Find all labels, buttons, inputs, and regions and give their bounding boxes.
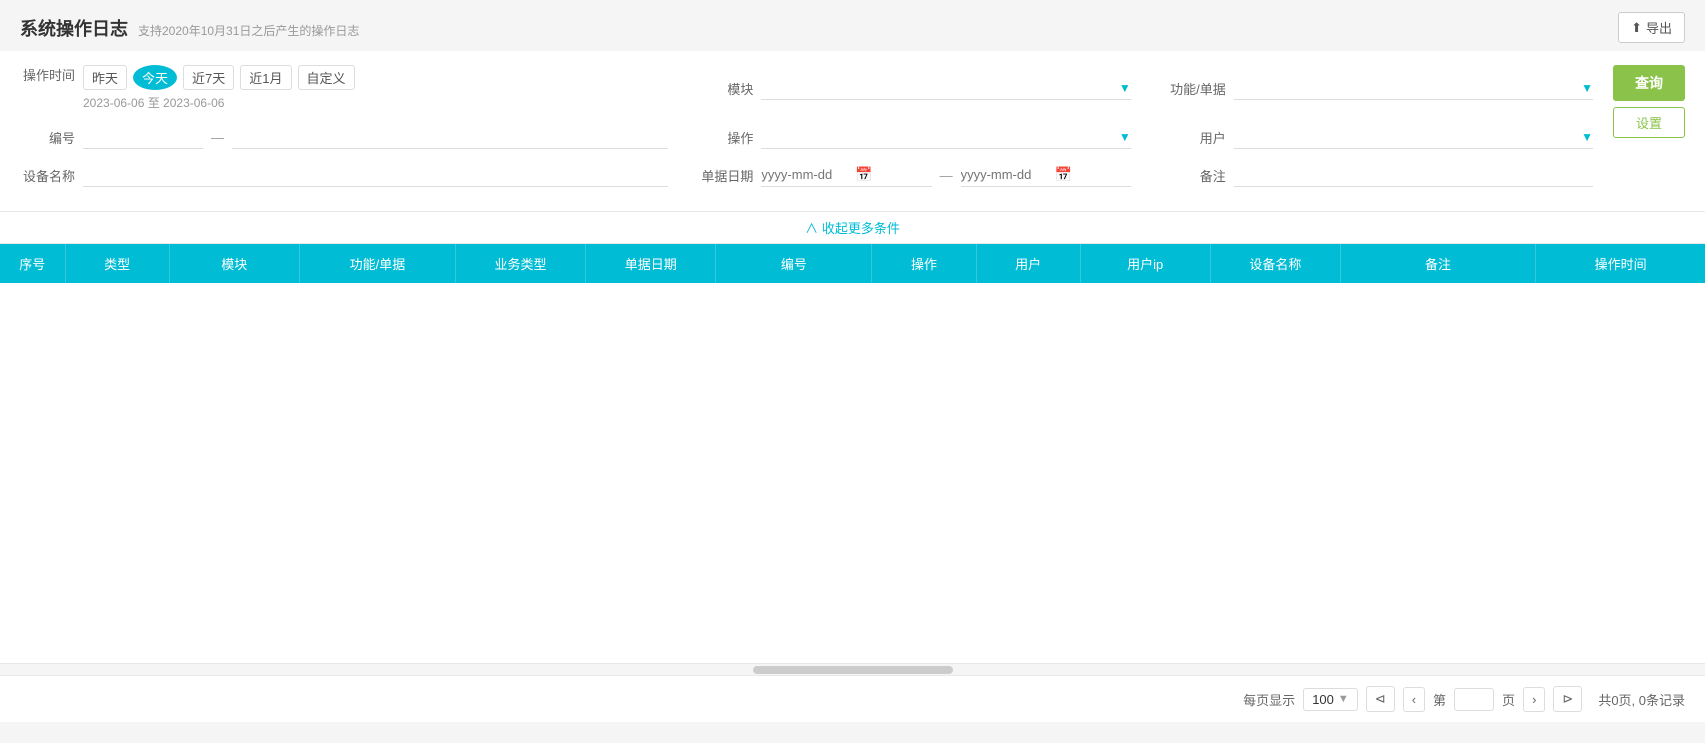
col-op-time: 操作时间 xyxy=(1536,244,1705,283)
number-input-end[interactable] xyxy=(232,125,668,149)
col-type: 类型 xyxy=(65,244,169,283)
user-arrow-icon: ▼ xyxy=(1581,130,1593,144)
function-filter-item: 功能/单据 ▼ xyxy=(1161,77,1593,100)
module-select[interactable]: ▼ xyxy=(761,77,1130,100)
time-btn-1month[interactable]: 近1月 xyxy=(240,65,291,90)
collapse-bar[interactable]: ∧ 收起更多条件 xyxy=(0,212,1705,244)
col-seq: 序号 xyxy=(0,244,65,283)
page-total: 共0页, 0条记录 xyxy=(1598,690,1685,709)
device-filter-item: 设备名称 xyxy=(20,163,668,187)
calendar-end-icon[interactable]: 📅 xyxy=(1055,166,1072,183)
time-label: 操作时间 xyxy=(20,65,75,84)
device-label: 设备名称 xyxy=(20,166,75,185)
collapse-label: 收起更多条件 xyxy=(822,221,900,236)
scroll-area[interactable] xyxy=(0,663,1705,675)
col-device: 设备名称 xyxy=(1210,244,1340,283)
date-range-display: 2023-06-06 至 2023-06-06 xyxy=(83,94,355,111)
col-user-ip: 用户ip xyxy=(1080,244,1210,283)
query-button[interactable]: 查询 xyxy=(1613,65,1685,101)
function-arrow-icon: ▼ xyxy=(1581,81,1593,95)
page-subtitle: 支持2020年10月31日之后产生的操作日志 xyxy=(138,22,359,39)
function-select[interactable]: ▼ xyxy=(1234,77,1593,100)
remark-input[interactable] xyxy=(1234,163,1593,187)
number-filter-item: 编号 — xyxy=(20,125,668,149)
export-button[interactable]: ⬆ 导出 xyxy=(1618,12,1685,43)
time-btn-7days[interactable]: 近7天 xyxy=(183,65,234,90)
device-input[interactable] xyxy=(83,163,668,187)
next-page-button[interactable]: › xyxy=(1523,687,1545,712)
user-label: 用户 xyxy=(1161,128,1226,147)
col-user: 用户 xyxy=(976,244,1080,283)
time-btn-custom[interactable]: 自定义 xyxy=(298,65,355,90)
data-table: 序号 类型 模块 功能/单据 业务类型 单据日期 编号 操作 用户 用户ip 设… xyxy=(0,244,1705,283)
time-options: 昨天 今天 近7天 近1月 自定义 xyxy=(83,65,355,90)
date-sep: — xyxy=(940,168,953,183)
date-start-input[interactable] xyxy=(761,167,851,182)
time-filter-item: 操作时间 昨天 今天 近7天 近1月 自定义 2023-06-06 至 2023… xyxy=(20,65,668,111)
user-filter-item: 用户 ▼ xyxy=(1161,126,1593,149)
page-title: 系统操作日志 xyxy=(20,15,128,41)
filter-row-1: 操作时间 昨天 今天 近7天 近1月 自定义 2023-06-06 至 2023… xyxy=(20,65,1593,111)
page-number-input[interactable]: 1 xyxy=(1454,688,1494,711)
empty-area xyxy=(0,283,1705,663)
date-start-wrap: 📅 xyxy=(761,163,931,187)
time-filter-group: 昨天 今天 近7天 近1月 自定义 2023-06-06 至 2023-06-0… xyxy=(83,65,355,111)
voucher-date-filter-item: 单据日期 📅 — 📅 xyxy=(698,163,1130,187)
number-sep: — xyxy=(211,130,224,145)
first-page-button[interactable]: ⊲ xyxy=(1366,686,1395,712)
last-page-button[interactable]: ⊳ xyxy=(1553,686,1582,712)
time-btn-yesterday[interactable]: 昨天 xyxy=(83,65,127,90)
operation-select[interactable]: ▼ xyxy=(761,126,1130,149)
prev-page-button[interactable]: ‹ xyxy=(1403,687,1425,712)
scroll-thumb[interactable] xyxy=(753,666,953,674)
operation-label: 操作 xyxy=(698,128,753,147)
module-label: 模块 xyxy=(698,79,753,98)
table-header-row: 序号 类型 模块 功能/单据 业务类型 单据日期 编号 操作 用户 用户ip 设… xyxy=(0,244,1705,283)
page-unit: 页 xyxy=(1502,690,1515,709)
table-section: 序号 类型 模块 功能/单据 业务类型 单据日期 编号 操作 用户 用户ip 设… xyxy=(0,244,1705,663)
number-label: 编号 xyxy=(20,128,75,147)
operation-arrow-icon: ▼ xyxy=(1119,130,1131,144)
page-header: 系统操作日志 支持2020年10月31日之后产生的操作日志 ⬆ 导出 xyxy=(0,0,1705,51)
date-end-wrap: 📅 xyxy=(961,163,1131,187)
module-arrow-icon: ▼ xyxy=(1119,81,1131,95)
user-select[interactable]: ▼ xyxy=(1234,126,1593,149)
calendar-start-icon[interactable]: 📅 xyxy=(855,166,872,183)
filter-row-3: 设备名称 单据日期 📅 — 📅 xyxy=(20,163,1593,187)
collapse-icon: ∧ xyxy=(805,221,818,236)
filter-rows-col: 操作时间 昨天 今天 近7天 近1月 自定义 2023-06-06 至 2023… xyxy=(20,65,1593,201)
filter-rows-wrap: 操作时间 昨天 今天 近7天 近1月 自定义 2023-06-06 至 2023… xyxy=(20,65,1685,201)
setting-button[interactable]: 设置 xyxy=(1613,107,1685,138)
pagination: 每页显示 100 ▼ ⊲ ‹ 第 1 页 › ⊳ 共0页, 0条记录 xyxy=(0,675,1705,722)
col-module: 模块 xyxy=(169,244,299,283)
col-voucher-date: 单据日期 xyxy=(586,244,716,283)
module-filter-item: 模块 ▼ xyxy=(698,77,1130,100)
export-icon: ⬆ xyxy=(1631,20,1642,36)
voucher-date-label: 单据日期 xyxy=(698,166,753,185)
filter-row-2: 编号 — 操作 ▼ 用户 xyxy=(20,125,1593,149)
operation-filter-item: 操作 ▼ xyxy=(698,126,1130,149)
title-area: 系统操作日志 支持2020年10月31日之后产生的操作日志 xyxy=(20,15,359,41)
col-number: 编号 xyxy=(716,244,872,283)
number-input-start[interactable] xyxy=(83,125,203,149)
time-btn-today[interactable]: 今天 xyxy=(133,65,177,90)
per-page-select[interactable]: 100 ▼ xyxy=(1303,688,1358,711)
date-end-input[interactable] xyxy=(961,167,1051,182)
action-buttons: 查询 设置 xyxy=(1613,65,1685,138)
remark-label: 备注 xyxy=(1161,166,1226,185)
col-remark: 备注 xyxy=(1340,244,1535,283)
col-operation: 操作 xyxy=(872,244,976,283)
page-label: 第 xyxy=(1433,690,1446,709)
per-page-label: 每页显示 xyxy=(1243,690,1295,709)
filter-panel: 操作时间 昨天 今天 近7天 近1月 自定义 2023-06-06 至 2023… xyxy=(0,51,1705,212)
col-function: 功能/单据 xyxy=(299,244,455,283)
table-head: 序号 类型 模块 功能/单据 业务类型 单据日期 编号 操作 用户 用户ip 设… xyxy=(0,244,1705,283)
col-biz-type: 业务类型 xyxy=(455,244,585,283)
function-label: 功能/单据 xyxy=(1161,79,1226,98)
per-page-arrow-icon: ▼ xyxy=(1338,693,1349,705)
remark-filter-item: 备注 xyxy=(1161,163,1593,187)
per-page-value: 100 xyxy=(1312,692,1334,707)
